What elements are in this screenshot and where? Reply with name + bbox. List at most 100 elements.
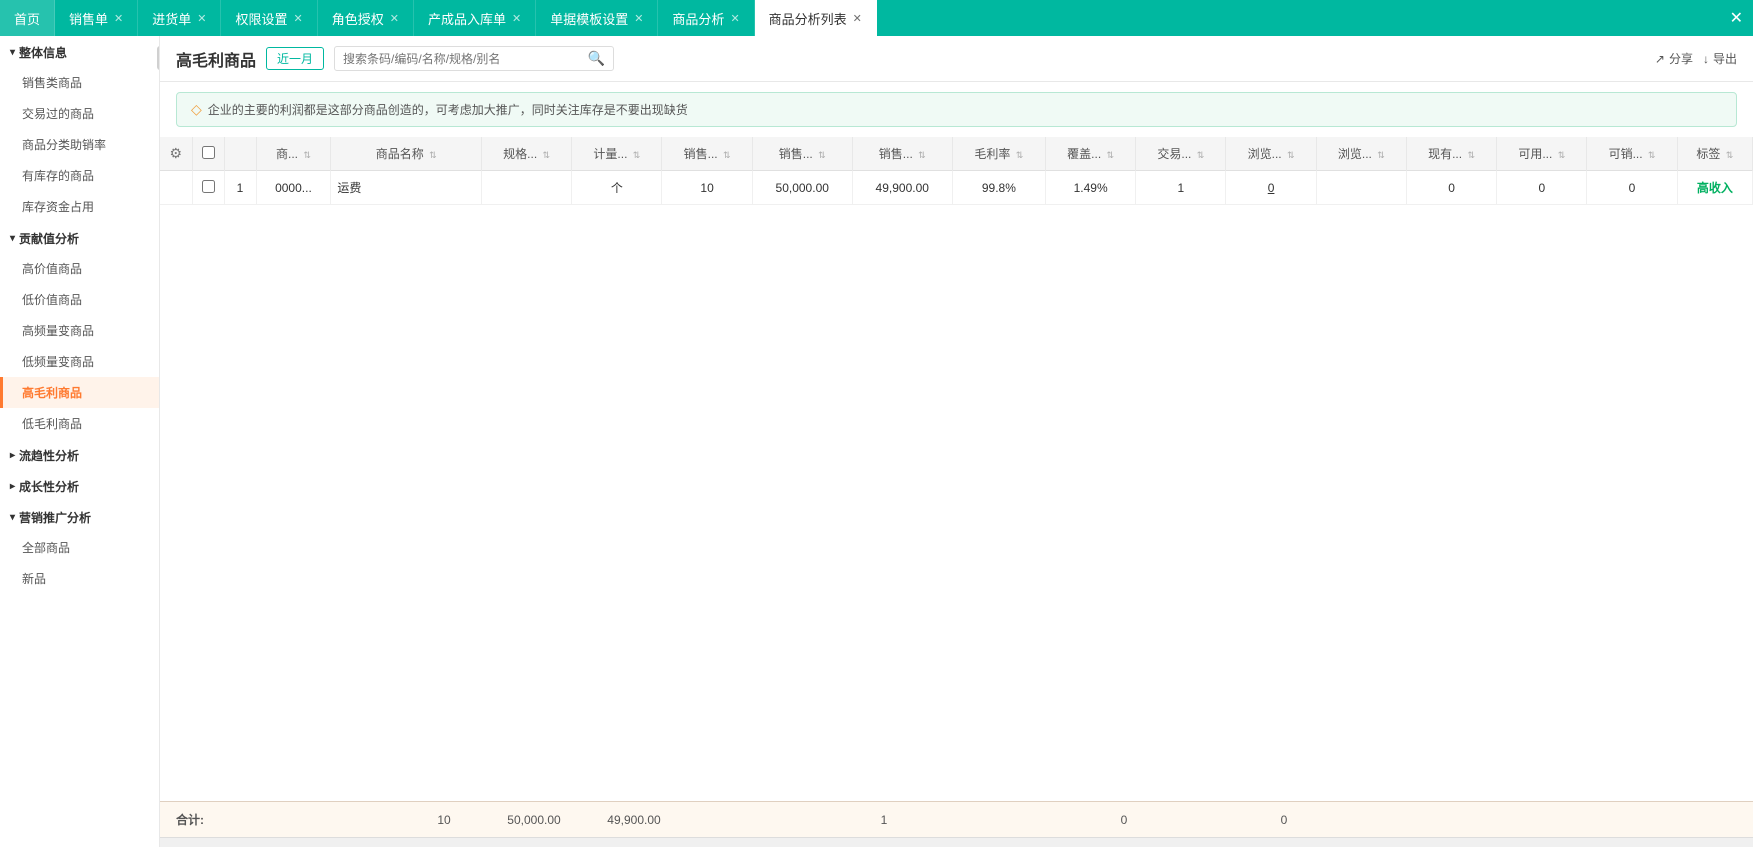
close-sales-tab[interactable]: ✕: [114, 12, 123, 25]
close-roles-tab[interactable]: ✕: [390, 12, 399, 25]
table-row: 1 0000... 运费 个 10 50,000.00 49,900.00 99…: [160, 171, 1753, 205]
sort-margin-rate-icon: ⇅: [1016, 150, 1024, 160]
overall-arrow-icon: ▾: [10, 47, 15, 58]
col-saleable[interactable]: 可销... ⇅: [1587, 137, 1677, 171]
sort-code-icon: ⇅: [303, 150, 311, 160]
nav-analysis-list[interactable]: 商品分析列表 ✕: [755, 0, 877, 36]
sidebar-item-sales-goods[interactable]: 销售类商品: [0, 67, 159, 98]
footer-sales-qty: 10: [404, 813, 484, 827]
row-no-cell: 1: [224, 171, 256, 205]
sidebar-item-high-value[interactable]: 高价值商品: [0, 253, 159, 284]
main-layout: « ▾ 整体信息 销售类商品 交易过的商品 商品分类助销率 有库存的商品 库存资…: [0, 36, 1753, 847]
footer-sales-profit: 49,900.00: [584, 813, 684, 827]
nav-warehouse[interactable]: 产成品入库单 ✕: [414, 0, 536, 36]
sidebar-item-low-value[interactable]: 低价值商品: [0, 284, 159, 315]
footer-empty: [224, 813, 404, 827]
horizontal-scrollbar[interactable]: [160, 837, 1753, 847]
footer-empty3: [764, 813, 844, 827]
row-browse1-cell[interactable]: 0: [1226, 171, 1316, 205]
close-analysis-tab[interactable]: ✕: [730, 12, 739, 25]
settings-icon[interactable]: ⚙: [169, 145, 182, 161]
row-sales-qty-cell: 10: [662, 171, 752, 205]
col-spec[interactable]: 规格... ⇅: [482, 137, 572, 171]
sidebar-toggle-button[interactable]: «: [157, 46, 160, 70]
row-name-cell[interactable]: 运费: [331, 171, 482, 205]
col-code[interactable]: 商... ⇅: [256, 137, 331, 171]
footer-empty5: [1004, 813, 1084, 827]
row-sales-profit-cell: 49,900.00: [852, 171, 952, 205]
share-button[interactable]: ↗ 分享: [1655, 50, 1693, 67]
close-analysis-list-tab[interactable]: ✕: [853, 12, 862, 25]
sidebar-group-trend[interactable]: ▸ 流趋性分析: [0, 439, 159, 470]
col-tag[interactable]: 标签 ⇅: [1677, 137, 1752, 171]
col-checkbox[interactable]: [192, 137, 224, 171]
footer-saleable: 0: [1244, 813, 1324, 827]
col-name[interactable]: 商品名称 ⇅: [331, 137, 482, 171]
search-box: 🔍: [334, 46, 614, 71]
sort-sales-amt-icon: ⇅: [818, 150, 826, 160]
col-trade[interactable]: 交易... ⇅: [1136, 137, 1226, 171]
sidebar-item-all-goods[interactable]: 全部商品: [0, 532, 159, 563]
sidebar-item-low-freq[interactable]: 低频量变商品: [0, 346, 159, 377]
sidebar-item-stock-fund[interactable]: 库存资金占用: [0, 191, 159, 222]
sidebar-item-traded-goods[interactable]: 交易过的商品: [0, 98, 159, 129]
col-coverage[interactable]: 覆盖... ⇅: [1046, 137, 1136, 171]
nav-sales[interactable]: 销售单 ✕: [55, 0, 138, 36]
top-navigation: 首页 销售单 ✕ 进货单 ✕ 权限设置 ✕ 角色授权 ✕ 产成品入库单 ✕ 单据…: [0, 0, 1753, 36]
close-all-tabs-button[interactable]: ✕: [1730, 8, 1743, 28]
nav-purchase[interactable]: 进货单 ✕: [138, 0, 221, 36]
sidebar-item-high-freq[interactable]: 高频量变商品: [0, 315, 159, 346]
row-code-cell: 0000...: [256, 171, 331, 205]
col-browse1[interactable]: 浏览... ⇅: [1226, 137, 1316, 171]
close-warehouse-tab[interactable]: ✕: [512, 12, 521, 25]
sidebar: « ▾ 整体信息 销售类商品 交易过的商品 商品分类助销率 有库存的商品 库存资…: [0, 36, 160, 847]
sidebar-group-wealth[interactable]: ▾ 贡献值分析: [0, 222, 159, 253]
row-sales-amt-cell: 50,000.00: [752, 171, 852, 205]
sort-browse1-icon: ⇅: [1287, 150, 1295, 160]
close-permissions-tab[interactable]: ✕: [294, 12, 303, 25]
row-unit-cell: 个: [572, 171, 662, 205]
nav-permissions[interactable]: 权限设置 ✕: [221, 0, 317, 36]
sort-sales-qty-icon: ⇅: [723, 150, 731, 160]
col-sales-profit[interactable]: 销售... ⇅: [852, 137, 952, 171]
nav-analysis[interactable]: 商品分析 ✕: [658, 0, 754, 36]
nav-home[interactable]: 首页: [0, 0, 55, 36]
sort-available1-icon: ⇅: [1467, 150, 1475, 160]
period-button[interactable]: 近一月: [266, 47, 324, 70]
row-checkbox-cell[interactable]: [192, 171, 224, 205]
row-available1-cell: 0: [1406, 171, 1496, 205]
export-icon: ↓: [1703, 52, 1709, 66]
col-browse2[interactable]: 浏览... ⇅: [1316, 137, 1406, 171]
goods-table: ⚙ 商... ⇅ 商品名称 ⇅: [160, 137, 1753, 205]
export-button[interactable]: ↓ 导出: [1703, 50, 1737, 67]
sidebar-item-high-margin[interactable]: 高毛利商品: [0, 377, 159, 408]
growth-arrow-icon: ▸: [10, 481, 15, 492]
sidebar-item-low-margin[interactable]: 低毛利商品: [0, 408, 159, 439]
col-available1[interactable]: 现有... ⇅: [1406, 137, 1496, 171]
sidebar-item-stock-goods[interactable]: 有库存的商品: [0, 160, 159, 191]
search-icon[interactable]: 🔍: [588, 50, 605, 67]
col-margin-rate[interactable]: 毛利率 ⇅: [952, 137, 1045, 171]
col-available2[interactable]: 可用... ⇅: [1497, 137, 1587, 171]
nav-roles[interactable]: 角色授权 ✕: [318, 0, 414, 36]
nav-templates[interactable]: 单据模板设置 ✕: [536, 0, 658, 36]
sort-trade-icon: ⇅: [1197, 150, 1205, 160]
close-templates-tab[interactable]: ✕: [634, 12, 643, 25]
footer-empty2: [684, 813, 764, 827]
col-sales-amt[interactable]: 销售... ⇅: [752, 137, 852, 171]
search-input[interactable]: [343, 52, 588, 66]
data-table-container: ⚙ 商... ⇅ 商品名称 ⇅: [160, 137, 1753, 801]
sidebar-group-marketing[interactable]: ▾ 营销推广分析: [0, 501, 159, 532]
row-checkbox[interactable]: [202, 180, 215, 193]
table-footer: 合计: 10 50,000.00 49,900.00 1 0 0: [160, 801, 1753, 837]
col-sales-qty[interactable]: 销售... ⇅: [662, 137, 752, 171]
close-purchase-tab[interactable]: ✕: [197, 12, 206, 25]
select-all-checkbox[interactable]: [202, 146, 215, 159]
sidebar-item-new-goods[interactable]: 新品: [0, 563, 159, 594]
sidebar-item-goods-assist[interactable]: 商品分类助销率: [0, 129, 159, 160]
sidebar-group-growth[interactable]: ▸ 成长性分析: [0, 470, 159, 501]
col-unit[interactable]: 计量... ⇅: [572, 137, 662, 171]
sidebar-group-overall[interactable]: ▾ 整体信息: [0, 36, 159, 67]
col-settings[interactable]: ⚙: [160, 137, 192, 171]
header-actions: ↗ 分享 ↓ 导出: [1655, 50, 1737, 67]
